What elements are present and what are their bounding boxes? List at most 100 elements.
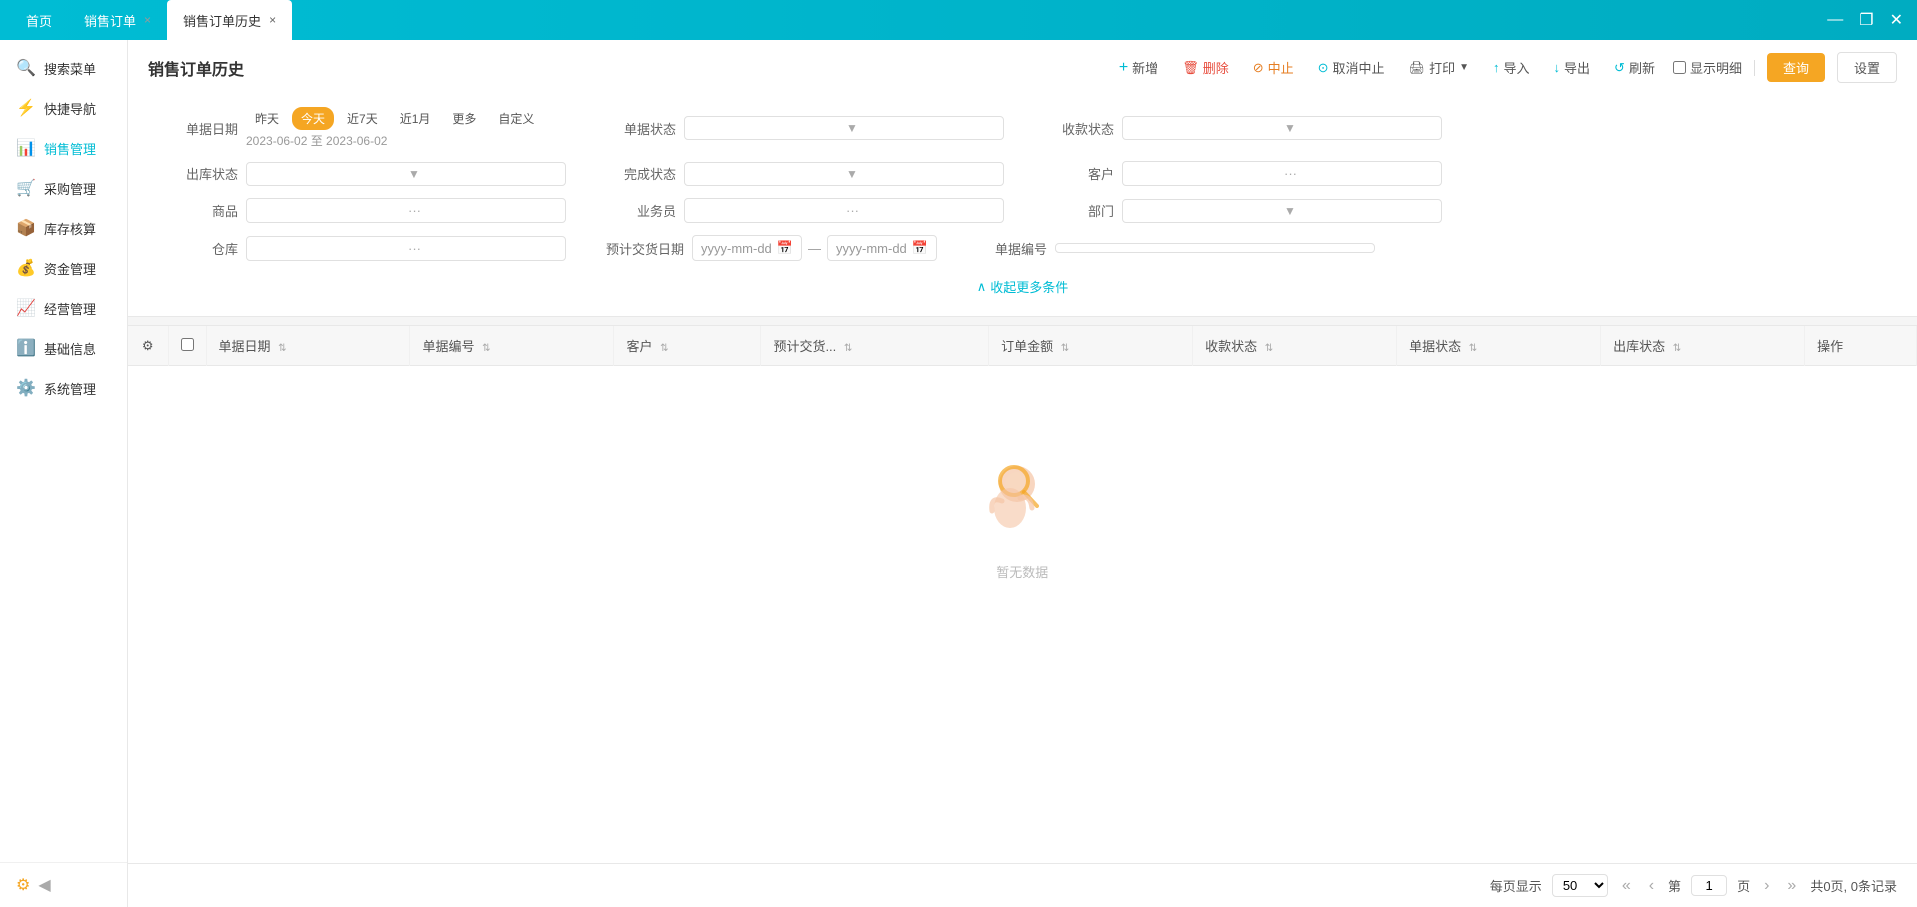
- sidebar-item-inventory-mgmt[interactable]: 📦 库存核算: [0, 208, 127, 248]
- date-btn-7days[interactable]: 近7天: [338, 107, 387, 130]
- salesperson-dots-icon: ···: [846, 203, 995, 218]
- quick-nav-icon: ⚡: [16, 98, 36, 118]
- th-settings[interactable]: ⚙: [128, 326, 168, 366]
- th-date[interactable]: 单据日期 ⇅: [206, 326, 410, 366]
- date-btn-1month[interactable]: 近1月: [391, 107, 440, 130]
- customer-control[interactable]: ···: [1122, 161, 1442, 186]
- goods-control[interactable]: ···: [246, 198, 566, 223]
- first-page-btn[interactable]: «: [1618, 875, 1635, 897]
- sidebar-item-sys-mgmt[interactable]: ⚙️ 系统管理: [0, 368, 127, 408]
- outbound-status-control[interactable]: ▼: [246, 162, 566, 186]
- tab-sales-order[interactable]: 销售订单 ×: [68, 0, 167, 40]
- tab-home[interactable]: 首页: [10, 0, 68, 40]
- btn-import[interactable]: ↑ 导入: [1487, 54, 1536, 81]
- th-amount[interactable]: 订单金额 ⇅: [989, 326, 1193, 366]
- warehouse-input[interactable]: ···: [246, 236, 566, 261]
- complete-status-control[interactable]: ▼: [684, 162, 1004, 186]
- th-receipt-status-sort-icon[interactable]: ⇅: [1265, 343, 1273, 354]
- sidebar-item-ops-mgmt[interactable]: 📈 经营管理: [0, 288, 127, 328]
- th-order-status-sort-icon[interactable]: ⇅: [1469, 343, 1477, 354]
- sidebar-item-finance-mgmt[interactable]: 💰 资金管理: [0, 248, 127, 288]
- btn-stop[interactable]: ⊘ 中止: [1247, 54, 1300, 81]
- receipt-status-select[interactable]: ▼: [1122, 116, 1442, 140]
- th-amount-sort-icon[interactable]: ⇅: [1061, 343, 1069, 354]
- date-range-display: 2023-06-02 至 2023-06-02: [246, 132, 566, 149]
- btn-cancel-stop[interactable]: ⊙ 取消中止: [1312, 54, 1391, 81]
- window-restore-icon[interactable]: ❐: [1855, 6, 1877, 34]
- order-status-control[interactable]: ▼: [684, 116, 1004, 140]
- date-label: 单据日期: [168, 119, 238, 138]
- order-no-input[interactable]: [1055, 243, 1375, 253]
- top-bar: 首页 销售订单 × 销售订单历史 × — ❐ ✕: [0, 0, 1917, 40]
- delivery-date-label: 预计交货日期: [606, 239, 684, 258]
- data-table: ⚙ 单据日期 ⇅ 单据编号 ⇅ 客户 ⇅: [128, 326, 1917, 641]
- th-order-status-label: 单据状态: [1409, 339, 1461, 354]
- th-delivery-label: 预计交货...: [773, 339, 836, 354]
- window-close-icon[interactable]: ✕: [1886, 6, 1907, 34]
- sidebar-item-quick-nav[interactable]: ⚡ 快捷导航: [0, 88, 127, 128]
- th-delivery-sort-icon[interactable]: ⇅: [844, 343, 852, 354]
- show-detail-checkbox[interactable]: 显示明细: [1673, 58, 1742, 77]
- sidebar-settings-icon[interactable]: ⚙: [16, 875, 30, 895]
- th-checkbox[interactable]: [168, 326, 206, 366]
- date-btn-custom[interactable]: 自定义: [489, 107, 543, 130]
- receipt-status-control[interactable]: ▼: [1122, 116, 1442, 140]
- date-btn-more[interactable]: 更多: [443, 107, 485, 130]
- date-btn-today[interactable]: 今天: [292, 107, 334, 130]
- collapse-bar[interactable]: ∧ 收起更多条件: [168, 273, 1877, 304]
- dept-control[interactable]: ▼: [1122, 199, 1442, 223]
- sidebar-item-base-info[interactable]: ℹ️ 基础信息: [0, 328, 127, 368]
- btn-delete[interactable]: 🗑 删除: [1176, 54, 1235, 81]
- receipt-status-label: 收款状态: [1044, 119, 1114, 138]
- per-page-select[interactable]: 50 100 200: [1552, 874, 1608, 897]
- sidebar-item-purchase-mgmt[interactable]: 🛒 采购管理: [0, 168, 127, 208]
- outbound-status-select[interactable]: ▼: [246, 162, 566, 186]
- tab-sales-order-history[interactable]: 销售订单历史 ×: [167, 0, 292, 40]
- customer-input[interactable]: ···: [1122, 161, 1442, 186]
- date-btn-yesterday[interactable]: 昨天: [246, 107, 288, 130]
- th-outbound-status-sort-icon[interactable]: ⇅: [1673, 343, 1681, 354]
- current-page-input[interactable]: [1691, 875, 1727, 896]
- query-button[interactable]: 查询: [1767, 53, 1825, 82]
- th-receipt-status[interactable]: 收款状态 ⇅: [1193, 326, 1397, 366]
- btn-delete-icon: 🗑: [1182, 60, 1199, 76]
- order-status-select[interactable]: ▼: [684, 116, 1004, 140]
- btn-import-label: 导入: [1504, 58, 1530, 77]
- tab-sales-order-close[interactable]: ×: [144, 13, 151, 27]
- last-page-btn[interactable]: »: [1783, 875, 1800, 897]
- show-detail-check-input[interactable]: [1673, 61, 1686, 74]
- th-outbound-status[interactable]: 出库状态 ⇅: [1601, 326, 1805, 366]
- salesperson-control[interactable]: ···: [684, 198, 1004, 223]
- select-all-checkbox[interactable]: [181, 338, 194, 351]
- window-minimize-icon[interactable]: —: [1823, 7, 1847, 33]
- goods-input[interactable]: ···: [246, 198, 566, 223]
- complete-status-select[interactable]: ▼: [684, 162, 1004, 186]
- dept-select[interactable]: ▼: [1122, 199, 1442, 223]
- salesperson-input[interactable]: ···: [684, 198, 1004, 223]
- delivery-date-end-calendar-icon: 📅: [912, 240, 928, 256]
- sidebar-collapse-icon[interactable]: ◀: [38, 875, 50, 895]
- th-order-status[interactable]: 单据状态 ⇅: [1397, 326, 1601, 366]
- next-page-btn[interactable]: ›: [1760, 875, 1773, 897]
- btn-new[interactable]: + 新增: [1113, 54, 1164, 81]
- warehouse-control[interactable]: ···: [246, 236, 566, 261]
- th-delivery[interactable]: 预计交货... ⇅: [761, 326, 989, 366]
- th-customer[interactable]: 客户 ⇅: [614, 326, 761, 366]
- order-no-control[interactable]: [1055, 243, 1375, 253]
- btn-refresh[interactable]: ↺ 刷新: [1608, 54, 1661, 81]
- delivery-date-start-value: yyyy-mm-dd: [701, 241, 772, 256]
- settings-button[interactable]: 设置: [1837, 52, 1897, 83]
- prev-page-btn[interactable]: ‹: [1645, 875, 1658, 897]
- th-customer-sort-icon[interactable]: ⇅: [660, 343, 668, 354]
- delivery-date-start-input[interactable]: yyyy-mm-dd 📅: [692, 235, 802, 261]
- sidebar-item-sales-mgmt[interactable]: 📊 销售管理: [0, 128, 127, 168]
- tab-sales-order-history-close[interactable]: ×: [269, 13, 276, 27]
- outbound-status-arrow-icon: ▼: [408, 167, 557, 181]
- th-no-sort-icon[interactable]: ⇅: [482, 343, 490, 354]
- th-no[interactable]: 单据编号 ⇅: [410, 326, 614, 366]
- btn-print[interactable]: 🖨 打印 ▼: [1403, 54, 1475, 81]
- btn-export[interactable]: ↓ 导出: [1548, 54, 1597, 81]
- sidebar-item-search-menu[interactable]: 🔍 搜索菜单: [0, 48, 127, 88]
- delivery-date-end-input[interactable]: yyyy-mm-dd 📅: [827, 235, 937, 261]
- th-date-sort-icon[interactable]: ⇅: [278, 343, 286, 354]
